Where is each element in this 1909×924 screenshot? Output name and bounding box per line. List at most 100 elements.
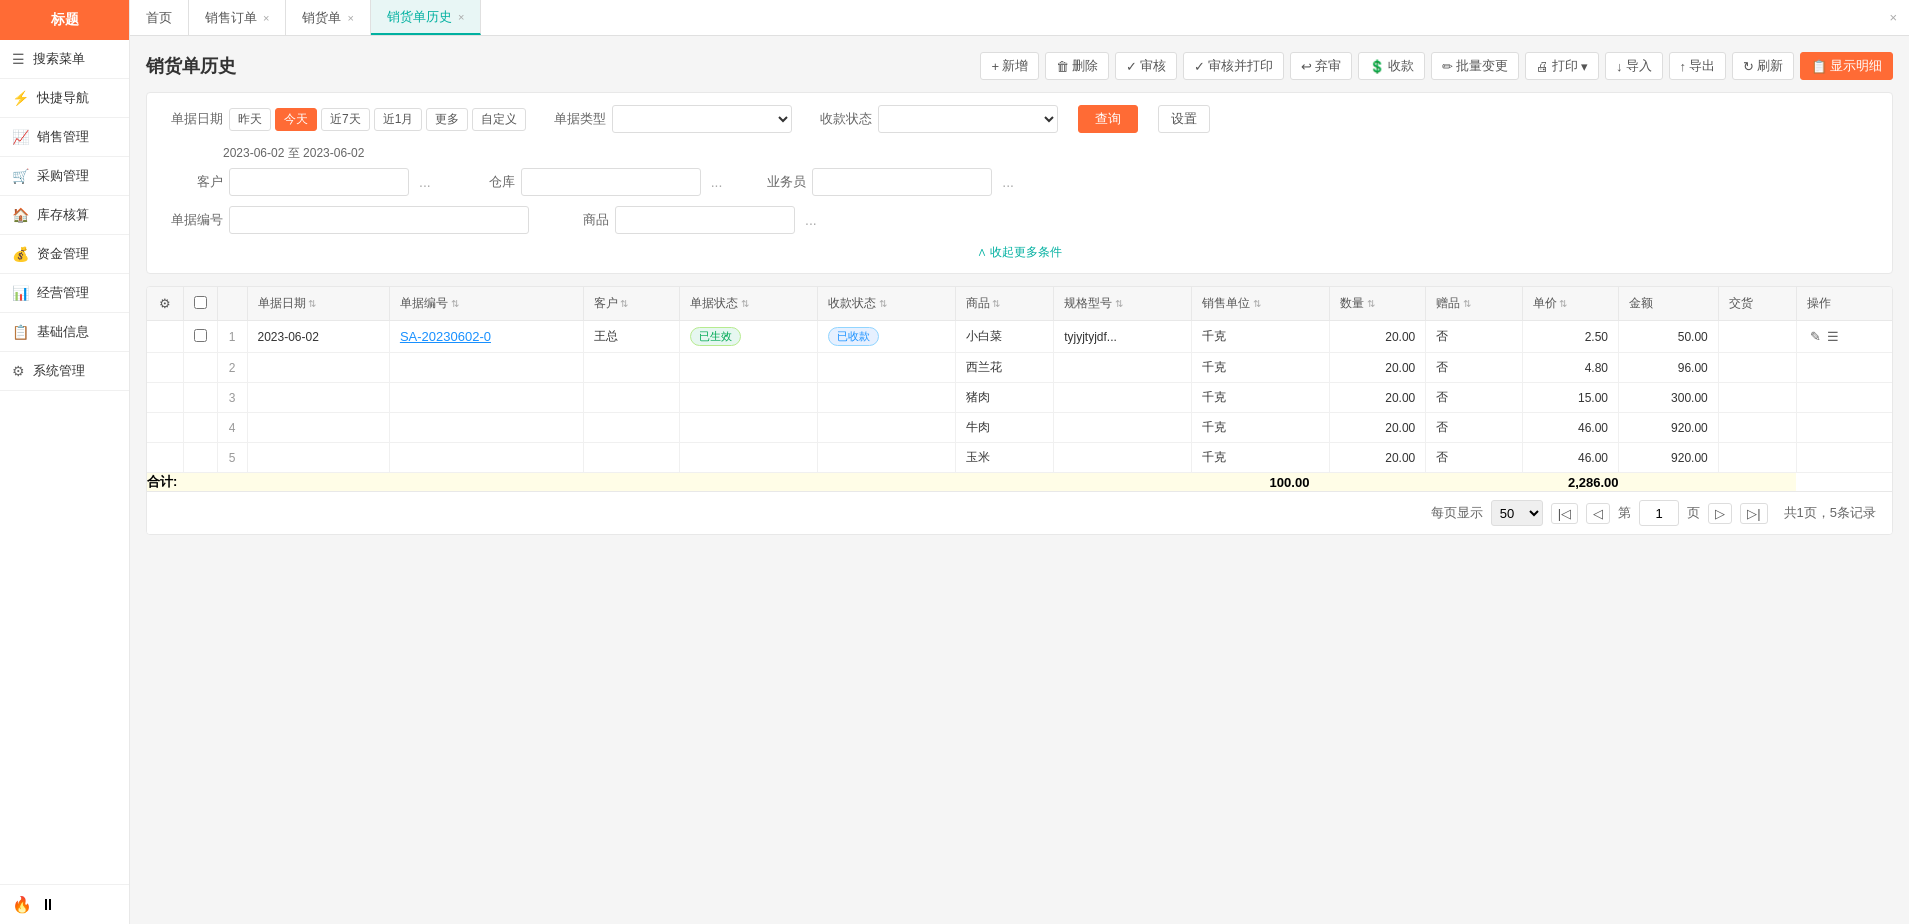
th-customer[interactable]: 客户	[583, 287, 679, 321]
audit-icon: ✓	[1126, 59, 1137, 74]
th-doc-status[interactable]: 单据状态	[679, 287, 817, 321]
td-doc-status	[679, 353, 817, 383]
sidebar-pause-icon[interactable]: ⏸	[40, 896, 56, 914]
column-gear-icon[interactable]: ⚙	[159, 296, 171, 311]
th-action: 操作	[1796, 287, 1892, 321]
ops-icon: 📊	[12, 285, 29, 301]
page-prev-button[interactable]: ◁	[1586, 503, 1610, 524]
td-action	[1796, 383, 1892, 413]
customer-input[interactable]	[229, 168, 409, 196]
sidebar-item-search-menu[interactable]: ☰ 搜索菜单	[0, 40, 129, 79]
customer-dots-btn[interactable]: ...	[415, 174, 435, 190]
doc-no-input[interactable]	[229, 206, 529, 234]
td-action	[1796, 353, 1892, 383]
tab-sales-history[interactable]: 销货单历史 ×	[371, 0, 481, 35]
warehouse-input[interactable]	[521, 168, 701, 196]
print-button[interactable]: 🖨 打印 ▾	[1525, 52, 1599, 80]
date-btn-last1month[interactable]: 近1月	[374, 108, 423, 131]
collect-status-select[interactable]	[878, 105, 1058, 133]
th-unit[interactable]: 销售单位	[1192, 287, 1330, 321]
td-goods: 小白菜	[955, 321, 1054, 353]
tab-sales-order[interactable]: 销售订单 ×	[189, 0, 286, 35]
sidebar-item-finance[interactable]: 💰 资金管理	[0, 235, 129, 274]
goods-input[interactable]	[615, 206, 795, 234]
doc-no-link[interactable]: SA-20230602-0	[400, 329, 491, 344]
tabs-bar-close[interactable]: ×	[1877, 10, 1909, 25]
td-customer: 王总	[583, 321, 679, 353]
th-goods[interactable]: 商品	[955, 287, 1054, 321]
sidebar-item-sales-mgmt[interactable]: 📈 销售管理	[0, 118, 129, 157]
refresh-button[interactable]: ↻ 刷新	[1732, 52, 1794, 80]
discard-button[interactable]: ↩ 弃审	[1290, 52, 1352, 80]
sidebar-item-sys-mgmt[interactable]: ⚙ 系统管理	[0, 352, 129, 391]
th-collect-status[interactable]: 收款状态	[817, 287, 955, 321]
tab-sales-history-close[interactable]: ×	[458, 11, 464, 23]
summary-label: 合计:	[147, 473, 247, 492]
sales-rep-dots-btn[interactable]: ...	[998, 174, 1018, 190]
td-doc-no[interactable]: SA-20230602-0	[389, 321, 583, 353]
page-last-button[interactable]: ▷|	[1740, 503, 1767, 524]
audit-button[interactable]: ✓ 审核	[1115, 52, 1177, 80]
delete-button[interactable]: 🗑 删除	[1045, 52, 1109, 80]
page-total-info: 共1页，5条记录	[1784, 504, 1876, 522]
tab-sales-order-close[interactable]: ×	[263, 12, 269, 24]
row-checkbox[interactable]	[194, 329, 207, 342]
import-button[interactable]: ↓ 导入	[1605, 52, 1663, 80]
collect-button[interactable]: 💲 收款	[1358, 52, 1425, 80]
audit-print-button[interactable]: ✓ 审核并打印	[1183, 52, 1284, 80]
date-btn-last7[interactable]: 近7天	[321, 108, 370, 131]
sidebar-item-inventory[interactable]: 🏠 库存核算	[0, 196, 129, 235]
th-gear[interactable]: ⚙	[147, 287, 183, 321]
sidebar-item-quick-nav[interactable]: ⚡ 快捷导航	[0, 79, 129, 118]
table-body: 1 2023-06-02 SA-20230602-0 王总 已生效 已收款 小白…	[147, 321, 1892, 473]
summary-amount-total: 2,286.00	[1522, 473, 1618, 492]
show-detail-button[interactable]: 📋 显示明细	[1800, 52, 1893, 80]
td-unit-price: 2.50	[1522, 321, 1618, 353]
goods-dots-btn[interactable]: ...	[801, 212, 821, 228]
detail-icon[interactable]: ☰	[1827, 329, 1839, 344]
warehouse-dots-btn[interactable]: ...	[707, 174, 727, 190]
sidebar-item-purchase-mgmt[interactable]: 🛒 采购管理	[0, 157, 129, 196]
th-gift[interactable]: 赠品	[1426, 287, 1522, 321]
query-button[interactable]: 查询	[1078, 105, 1138, 133]
finance-icon: 💰	[12, 246, 29, 262]
date-btn-custom[interactable]: 自定义	[472, 108, 526, 131]
select-all-checkbox[interactable]	[194, 296, 207, 309]
th-unit-price[interactable]: 单价	[1522, 287, 1618, 321]
date-btn-today[interactable]: 今天	[275, 108, 317, 131]
page-next-button[interactable]: ▷	[1708, 503, 1732, 524]
edit-icon[interactable]: ✎	[1810, 329, 1821, 344]
sidebar-item-base-info[interactable]: 📋 基础信息	[0, 313, 129, 352]
new-button[interactable]: + 新增	[980, 52, 1039, 80]
td-goods: 牛肉	[955, 413, 1054, 443]
sidebar-item-ops-mgmt[interactable]: 📊 经营管理	[0, 274, 129, 313]
doc-type-select[interactable]	[612, 105, 792, 133]
th-qty[interactable]: 数量	[1329, 287, 1425, 321]
batch-change-button[interactable]: ✏ 批量变更	[1431, 52, 1519, 80]
th-doc-no[interactable]: 单据编号	[389, 287, 583, 321]
th-doc-date[interactable]: 单据日期	[247, 287, 389, 321]
td-customer	[583, 353, 679, 383]
page-size-select[interactable]: 20 50 100	[1491, 500, 1543, 526]
tab-home[interactable]: 首页	[130, 0, 189, 35]
new-icon: +	[991, 59, 999, 74]
th-spec[interactable]: 规格型号	[1054, 287, 1192, 321]
customer-label: 客户	[163, 173, 223, 191]
td-gift: 否	[1426, 383, 1522, 413]
date-btn-more[interactable]: 更多	[426, 108, 468, 131]
collapse-bar[interactable]: ∧ 收起更多条件	[163, 244, 1876, 261]
page-first-button[interactable]: |◁	[1551, 503, 1578, 524]
detail-icon: 📋	[1811, 59, 1827, 74]
td-gear	[147, 321, 183, 353]
delete-label: 删除	[1072, 57, 1098, 75]
page-input[interactable]	[1639, 500, 1679, 526]
settings-button[interactable]: 设置	[1158, 105, 1210, 133]
tab-sales-goods-close[interactable]: ×	[347, 12, 353, 24]
date-btn-yesterday[interactable]: 昨天	[229, 108, 271, 131]
export-button[interactable]: ↑ 导出	[1669, 52, 1727, 80]
collect-status-badge: 已收款	[828, 327, 879, 346]
tab-sales-goods[interactable]: 销货单 ×	[286, 0, 370, 35]
td-doc-status: 已生效	[679, 321, 817, 353]
sales-rep-input[interactable]	[812, 168, 992, 196]
sidebar-fire-icon[interactable]: 🔥	[12, 895, 32, 914]
